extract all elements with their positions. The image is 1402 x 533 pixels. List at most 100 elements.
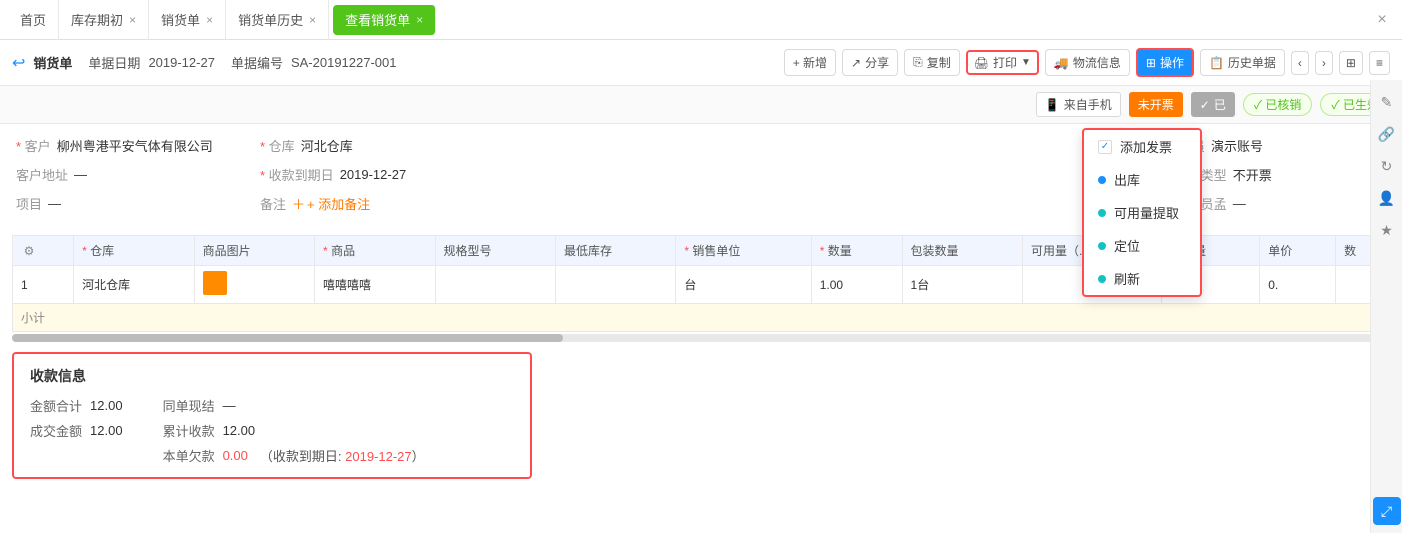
not-open-label: 未开票: [1138, 96, 1174, 113]
share-icon: ↗: [851, 56, 861, 70]
sidebar-refresh-icon[interactable]: ↻: [1373, 152, 1401, 180]
doc-number-label: 单据编号 SA-20191227-001: [231, 53, 397, 72]
subtotal-row: 小计: [13, 304, 1390, 332]
doc-icon: ↩: [12, 53, 25, 73]
operations-button[interactable]: ⊞ 操作: [1136, 48, 1194, 77]
tab-sales-order[interactable]: 销货单 ×: [149, 0, 226, 40]
sub-toolbar: 📱 来自手机 未开票 ✓ 已 ✓ 已核销 ✓ 已生效: [0, 86, 1402, 124]
next-icon: ›: [1322, 56, 1326, 70]
copy-button[interactable]: ⎘ 复制: [904, 49, 960, 76]
window-close-button[interactable]: ×: [1370, 8, 1394, 32]
print-dropdown-icon: ▼: [1021, 57, 1031, 68]
history-button[interactable]: 📋 历史单据: [1200, 49, 1285, 76]
col-settings: ⚙: [13, 236, 74, 266]
sidebar-link-icon[interactable]: 🔗: [1373, 120, 1401, 148]
from-mobile-button[interactable]: 📱 来自手机: [1036, 92, 1121, 117]
cell-unit-price: 0.: [1260, 266, 1336, 304]
refresh-label: 刷新: [1114, 269, 1140, 288]
ticket-type-value[interactable]: 不开票: [1233, 165, 1272, 184]
outbound-label: 出库: [1114, 170, 1140, 189]
cell-quantity: 1.00: [811, 266, 902, 304]
payment-due-value[interactable]: 2019-12-27: [340, 167, 407, 182]
owed-label: 本单欠款: [163, 446, 215, 465]
settings-icon[interactable]: ⚙: [21, 243, 37, 259]
tab-sales-history-close[interactable]: ×: [309, 13, 316, 27]
table-scrollbar[interactable]: [12, 334, 1390, 342]
col-product-img: 商品图片: [194, 236, 314, 266]
prev-button[interactable]: ‹: [1291, 51, 1309, 75]
dropdown-locate[interactable]: 定位: [1084, 229, 1200, 262]
operations-dropdown: ✓ 添加发票 出库 可用量提取 定位 刷新: [1082, 128, 1202, 297]
tab-home[interactable]: 首页: [8, 0, 59, 40]
copy-label: 复制: [927, 54, 951, 71]
payment-due-label: 收款到期日: [260, 165, 334, 184]
project-value: —: [48, 196, 61, 211]
staff-value[interactable]: 演示账号: [1211, 136, 1263, 155]
doc-title-section: ↩ 销货单: [12, 53, 72, 73]
print-label: 打印: [993, 54, 1017, 71]
add-invoice-icon: ✓: [1098, 140, 1112, 154]
prev-icon: ‹: [1298, 56, 1302, 70]
tab-sales-history[interactable]: 销货单历史 ×: [226, 0, 329, 40]
dropdown-refresh[interactable]: 刷新: [1084, 262, 1200, 295]
doc-date-value: 2019-12-27: [148, 55, 215, 70]
doc-header: ↩ 销货单 单据日期 2019-12-27 单据编号 SA-20191227-0…: [0, 40, 1402, 86]
col-sales-unit: 销售单位: [676, 236, 811, 266]
tab-inventory-init[interactable]: 库存期初 ×: [59, 0, 149, 40]
staff2-value: —: [1233, 196, 1246, 211]
deal-value: 12.00: [90, 423, 123, 438]
history-label: 历史单据: [1228, 54, 1276, 71]
confirm-label: 已: [1214, 96, 1226, 113]
collection-title: 收款信息: [30, 366, 514, 386]
tab-inventory-label: 库存期初: [71, 10, 123, 29]
sidebar-star-icon[interactable]: ★: [1373, 216, 1401, 244]
tab-inventory-close[interactable]: ×: [129, 13, 136, 27]
sidebar-user-icon[interactable]: 👤: [1373, 184, 1401, 212]
note-label: 备注: [260, 194, 286, 213]
customer-value[interactable]: 柳州粤港平安气体有限公司: [57, 136, 213, 155]
dropdown-add-invoice[interactable]: ✓ 添加发票: [1084, 130, 1200, 163]
logistics-icon: 🚚: [1054, 56, 1069, 70]
warehouse-value[interactable]: 河北仓库: [301, 136, 353, 155]
col-quantity: 数量: [811, 236, 902, 266]
dropdown-available-pick[interactable]: 可用量提取: [1084, 196, 1200, 229]
list-view-button[interactable]: ≡: [1369, 51, 1390, 75]
doc-date-label: 单据日期 2019-12-27: [88, 53, 215, 72]
share-label: 分享: [865, 54, 889, 71]
sidebar-expand-icon[interactable]: ⤢: [1373, 497, 1401, 525]
available-pick-label: 可用量提取: [1114, 203, 1179, 222]
confirm-icon: ✓: [1200, 98, 1210, 112]
done-icon: ✓: [1254, 98, 1262, 112]
tab-bar: 首页 库存期初 × 销货单 × 销货单历史 × 查看销货单 × ×: [0, 0, 1402, 40]
tab-sales-order-close[interactable]: ×: [206, 13, 213, 27]
tab-view-sales-close[interactable]: ×: [416, 13, 423, 27]
dropdown-outbound[interactable]: 出库: [1084, 163, 1200, 196]
print-button[interactable]: 🖨 打印 ▼: [966, 50, 1039, 75]
grid-view-button[interactable]: ⊞: [1339, 51, 1363, 75]
available-pick-icon: [1098, 209, 1106, 217]
address-value: —: [74, 167, 87, 182]
next-button[interactable]: ›: [1315, 51, 1333, 75]
collection-total: 金额合计 12.00: [30, 396, 123, 415]
customer-label: 客户: [16, 136, 51, 155]
sidebar-edit-icon[interactable]: ✎: [1373, 88, 1401, 116]
grid-view-icon: ⊞: [1346, 56, 1356, 70]
new-button[interactable]: + 新增: [784, 49, 836, 76]
customer-field: 客户 柳州粤港平安气体有限公司: [16, 136, 236, 155]
tab-view-sales[interactable]: 查看销货单 ×: [333, 5, 436, 35]
owed-date: 2019-12-27: [345, 449, 412, 464]
project-label: 项目: [16, 194, 42, 213]
accumulated-label: 累计收款: [163, 421, 215, 440]
not-open-button[interactable]: 未开票: [1129, 92, 1183, 117]
tab-sales-order-label: 销货单: [161, 10, 200, 29]
share-button[interactable]: ↗ 分享: [842, 49, 898, 76]
total-value: 12.00: [90, 398, 123, 413]
tab-sales-history-label: 销货单历史: [238, 10, 303, 29]
confirm-button[interactable]: ✓ 已: [1191, 92, 1235, 117]
add-note-button[interactable]: ＋ + 添加备注: [292, 194, 370, 213]
locate-icon: [1098, 242, 1106, 250]
col-pack-qty: 包装数量: [902, 236, 1022, 266]
logistics-button[interactable]: 🚚 物流信息: [1045, 49, 1130, 76]
new-label: + 新增: [793, 54, 827, 71]
collection-same-order: 同单现结 —: [163, 396, 425, 415]
